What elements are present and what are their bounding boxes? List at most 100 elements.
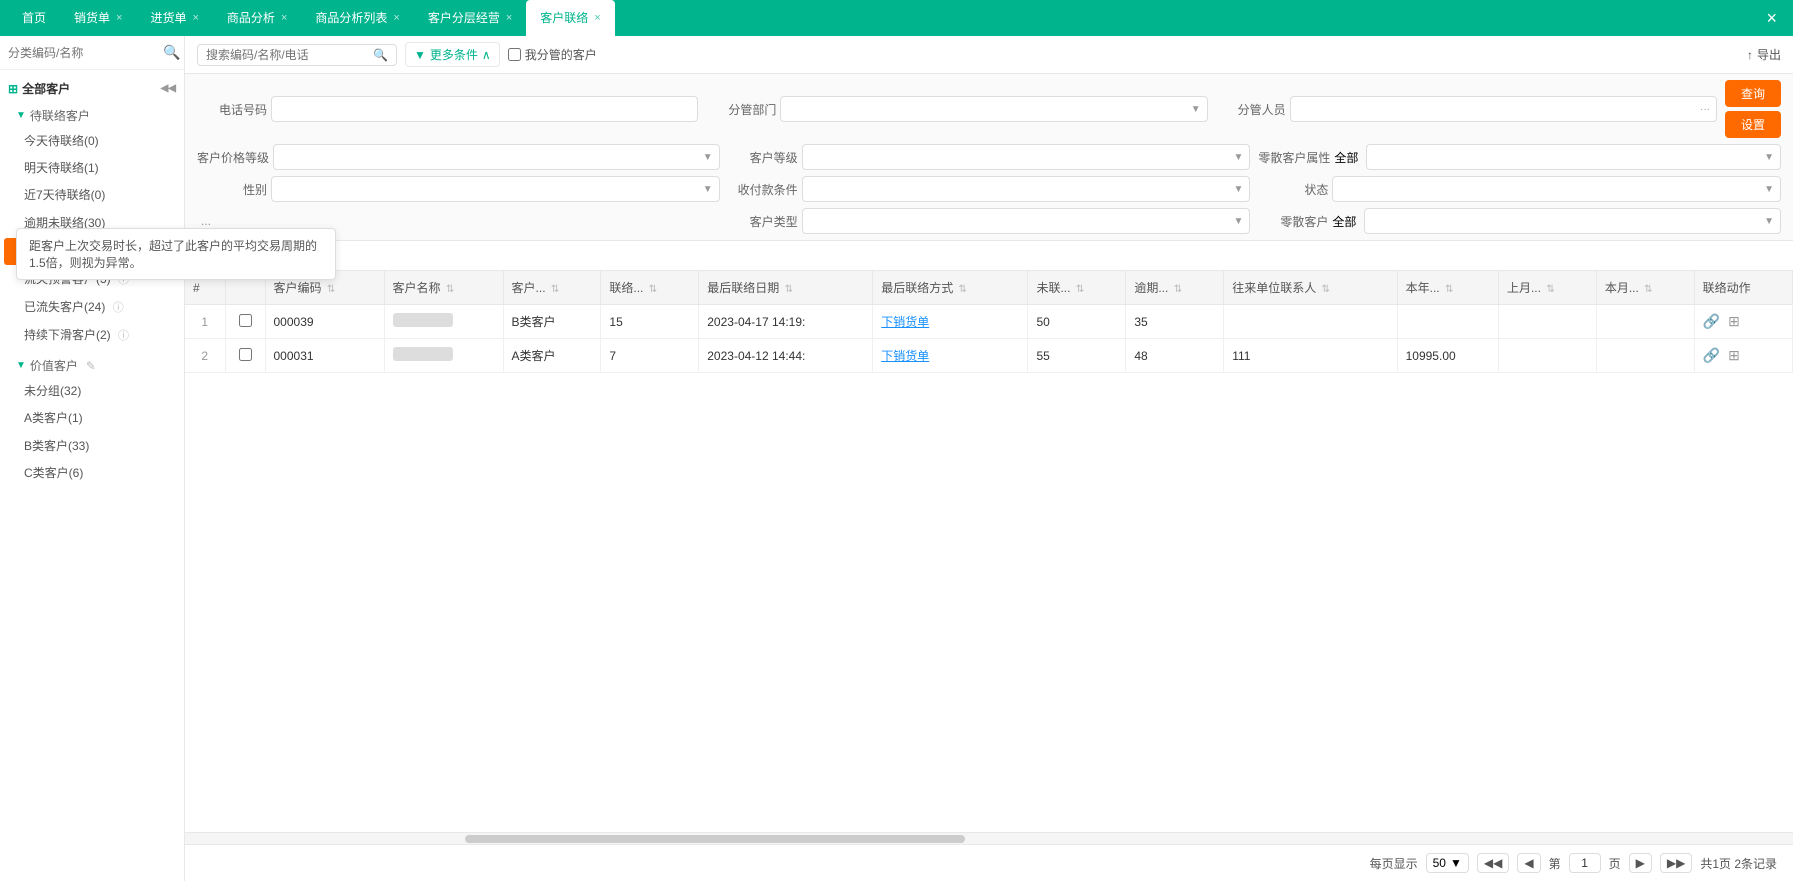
close-analysis-icon[interactable]: × [281, 0, 287, 36]
gender-select[interactable]: ▼ [271, 176, 720, 202]
page-size-arrow-icon: ▼ [1450, 856, 1462, 870]
link-action-icon-2[interactable]: 🔗 [1703, 347, 1720, 364]
more-dots[interactable]: ... [197, 214, 215, 228]
horizontal-scrollbar[interactable] [185, 832, 1793, 844]
col-this-month[interactable]: 本月... ⇅ [1596, 271, 1694, 305]
action-buttons: 查询 设置 [1725, 80, 1781, 138]
row-name-1 [384, 305, 503, 339]
sidebar-item-tomorrow[interactable]: 明天待联络(1) [0, 155, 184, 182]
nav-home[interactable]: 首页 [8, 0, 60, 36]
price-level-select[interactable]: ▼ [273, 144, 720, 170]
table-row: 2 000031 A类客户 7 2023-04-12 14:44: 下销货单 5… [185, 339, 1793, 373]
cust-level-select[interactable]: ▼ [802, 144, 1251, 170]
col-overdue[interactable]: 逾期... ⇅ [1126, 271, 1224, 305]
person-select[interactable]: ··· [1290, 96, 1717, 122]
sort-method-icon: ⇅ [959, 284, 967, 295]
row-method-2[interactable]: 下销货单 [873, 339, 1028, 373]
prev-page-button[interactable]: ◀ [1517, 853, 1540, 873]
grid-icon: ⊞ [8, 82, 18, 96]
sidebar-all-customers[interactable]: ⊞ 全部客户 ◀◀ [0, 74, 184, 103]
grid-action-icon-1[interactable]: ⊞ [1728, 313, 1740, 330]
last-page-button[interactable]: ▶▶ [1660, 853, 1692, 873]
first-page-button[interactable]: ◀◀ [1477, 853, 1509, 873]
page-number-input[interactable] [1569, 853, 1601, 873]
main-search-icon[interactable]: 🔍 [373, 48, 388, 62]
sidebar-search-bar: 🔍 [0, 36, 184, 70]
nav-customer-layered[interactable]: 客户分层经营 × [414, 0, 526, 36]
payment-select[interactable]: ▼ [802, 176, 1251, 202]
row-contact-1: 15 [601, 305, 699, 339]
close-all-button[interactable]: × [1758, 8, 1785, 29]
row-year-1 [1397, 305, 1498, 339]
col-contact-count[interactable]: 联络... ⇅ [601, 271, 699, 305]
my-customers-checkbox[interactable] [508, 48, 521, 61]
close-layered-icon[interactable]: × [506, 0, 512, 36]
retail-cust-select[interactable]: ▼ [1364, 208, 1781, 234]
cust-type-select[interactable]: ▼ [802, 208, 1251, 234]
nav-customer-contact[interactable]: 客户联络 × [526, 0, 614, 36]
nav-product-list[interactable]: 商品分析列表 × [301, 0, 413, 36]
next-page-button[interactable]: ▶ [1629, 853, 1652, 873]
col-action: 联络动作 [1694, 271, 1792, 305]
nav-sales[interactable]: 销货单 × [60, 0, 136, 36]
sidebar: 🔍 ⊞ 全部客户 ◀◀ ▼ 待联络客户 今天待联络(0) 明天待联络(1) 近7… [0, 36, 185, 881]
row-checkbox-2[interactable] [225, 339, 265, 373]
scroll-thumb[interactable] [465, 835, 965, 843]
status-select[interactable]: ▼ [1332, 176, 1781, 202]
sidebar-item-c-class[interactable]: C类客户(6) [0, 460, 184, 487]
sort-contacts-icon: ⇅ [1322, 284, 1330, 295]
per-page-label: 每页显示 [1370, 855, 1418, 872]
close-contact-icon[interactable]: × [594, 0, 600, 36]
col-last-date[interactable]: 最后联络日期 ⇅ [699, 271, 873, 305]
row-checkbox-1[interactable] [225, 305, 265, 339]
row-contacts-1 [1224, 305, 1397, 339]
filter-gender-field: 性别 ▼ [197, 176, 720, 202]
row-name-2 [384, 339, 503, 373]
retail-attr-select[interactable]: ▼ [1366, 144, 1781, 170]
sidebar-item-7days[interactable]: 近7天待联络(0) [0, 182, 184, 209]
payment-label: 收付款条件 [728, 181, 798, 198]
sidebar-value-section[interactable]: ▼ 价值客户 ✎ [0, 353, 184, 378]
page-size-select[interactable]: 50 ▼ [1426, 853, 1469, 873]
col-last-method[interactable]: 最后联络方式 ⇅ [873, 271, 1028, 305]
nav-purchase[interactable]: 进货单 × [136, 0, 212, 36]
row-method-1[interactable]: 下销货单 [873, 305, 1028, 339]
phone-input[interactable] [271, 96, 698, 122]
main-search-input[interactable] [206, 48, 373, 62]
retail-attr-label: 零散客户属性 [1258, 149, 1330, 166]
col-last-month[interactable]: 上月... ⇅ [1498, 271, 1596, 305]
settings-button[interactable]: 设置 [1725, 111, 1781, 138]
close-sales-icon[interactable]: × [116, 0, 122, 36]
col-uncontacted[interactable]: 未联... ⇅ [1028, 271, 1126, 305]
query-button[interactable]: 查询 [1725, 80, 1781, 107]
sidebar-item-ungrouped[interactable]: 未分组(32) [0, 378, 184, 405]
row-num-1: 1 [185, 305, 225, 339]
sidebar-item-churned[interactable]: 已流失客户(24) ⓘ [0, 294, 184, 322]
col-contacts[interactable]: 往来单位联系人 ⇅ [1224, 271, 1397, 305]
grid-action-icon-2[interactable]: ⊞ [1728, 347, 1740, 364]
more-conditions-button[interactable]: ▼ 更多条件 ∧ [405, 42, 500, 67]
col-this-year[interactable]: 本年... ⇅ [1397, 271, 1498, 305]
person-label: 分管人员 [1216, 101, 1286, 118]
sidebar-item-b-class[interactable]: B类客户(33) [0, 433, 184, 460]
nav-product-analysis[interactable]: 商品分析 × [213, 0, 301, 36]
action-icons-2: 🔗 ⊞ [1703, 347, 1784, 364]
col-customer-type[interactable]: 客户... ⇅ [503, 271, 601, 305]
row-code-1[interactable]: 000039 [265, 305, 384, 339]
edit-icon[interactable]: ✎ [86, 359, 96, 373]
export-button[interactable]: ↑ 导出 [1747, 46, 1781, 63]
col-name[interactable]: 客户名称 ⇅ [384, 271, 503, 305]
sidebar-item-declining[interactable]: 持续下滑客户(2) ⓘ [0, 322, 184, 350]
row-uncontacted-2: 55 [1028, 339, 1126, 373]
sidebar-search-icon[interactable]: 🔍 [163, 44, 180, 61]
row-contacts-2: 111 [1224, 339, 1397, 373]
sidebar-pending-section[interactable]: ▼ 待联络客户 [0, 103, 184, 128]
sidebar-search-input[interactable] [8, 46, 163, 60]
dept-select[interactable]: ▼ [780, 96, 1207, 122]
row-code-2[interactable]: 000031 [265, 339, 384, 373]
close-purchase-icon[interactable]: × [192, 0, 198, 36]
sidebar-item-today[interactable]: 今天待联络(0) [0, 128, 184, 155]
sidebar-item-a-class[interactable]: A类客户(1) [0, 405, 184, 432]
link-action-icon-1[interactable]: 🔗 [1703, 313, 1720, 330]
close-list-icon[interactable]: × [393, 0, 399, 36]
